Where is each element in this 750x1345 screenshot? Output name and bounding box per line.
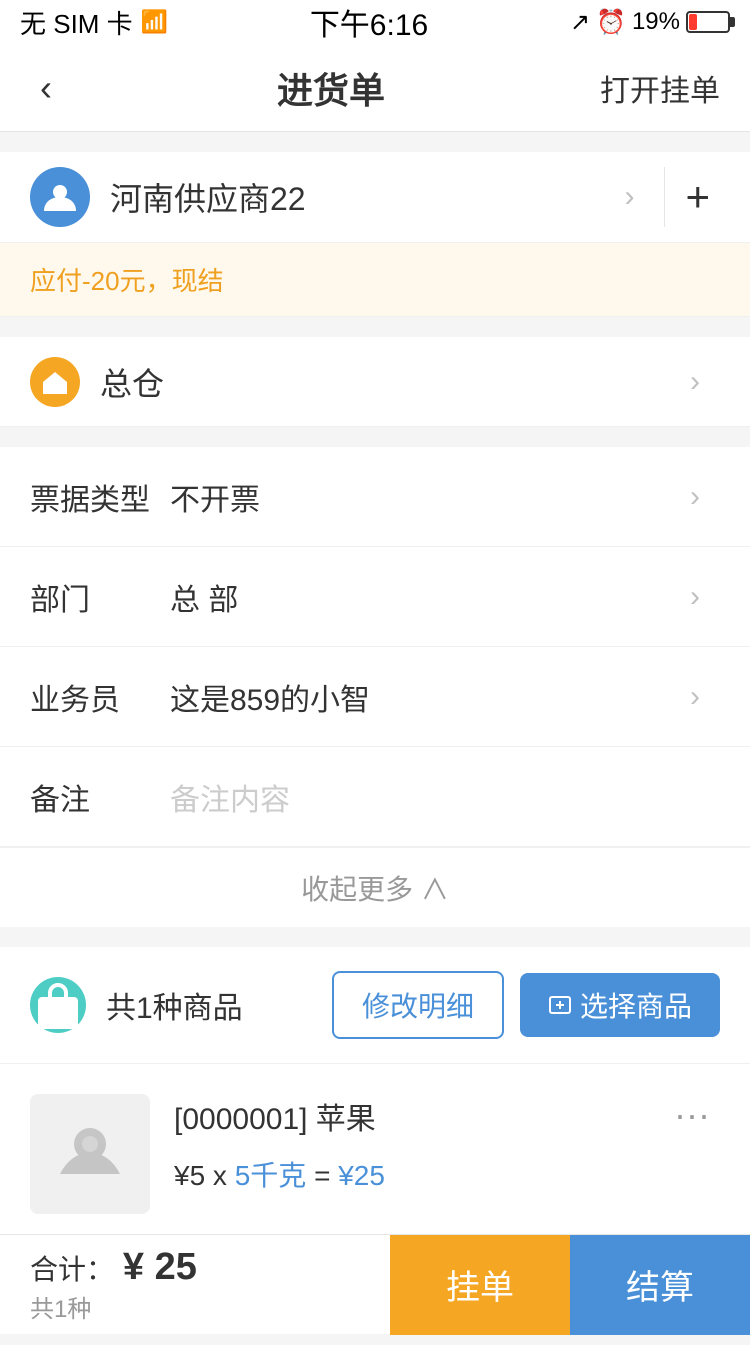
remark-placeholder: 备注内容	[170, 775, 720, 819]
notice-bar: 应付-20元，现结	[0, 243, 750, 317]
form-section: 票据类型 不开票 › 部门 总 部 › 业务员 这是859的小智 › 备注 备注…	[0, 447, 750, 927]
select-product-button[interactable]: 选择商品	[520, 973, 720, 1037]
section-gap-3	[0, 427, 750, 447]
bag-icon	[30, 977, 86, 1033]
product-unit-price: ¥5 x	[174, 1160, 235, 1191]
product-thumbnail	[30, 1094, 150, 1214]
product-qty: 5千克	[235, 1160, 307, 1191]
product-info: [0000001] 苹果 ¥5 x 5千克 = ¥25	[174, 1094, 664, 1194]
hang-order-button[interactable]: 挂单	[390, 1235, 570, 1335]
warehouse-section: 总仓 ›	[0, 337, 750, 427]
section-gap-1	[0, 132, 750, 152]
status-bar: 无 SIM 卡 📶 下午6:16 ↗ ⏰ 19%	[0, 0, 750, 44]
vertical-divider	[664, 167, 665, 227]
products-header: 共1种商品 修改明细 选择商品	[0, 947, 750, 1064]
product-name: [0000001] 苹果	[174, 1094, 664, 1138]
products-icon-circle	[30, 977, 86, 1033]
total-sub-label: 共1种	[30, 1289, 360, 1324]
supplier-avatar	[30, 167, 90, 227]
warehouse-name: 总仓	[100, 359, 690, 405]
location-icon: ↗	[570, 8, 590, 37]
back-button[interactable]: ‹	[30, 57, 62, 119]
person-icon	[42, 179, 78, 215]
add-supplier-button[interactable]: +	[675, 163, 720, 231]
remark-label: 备注	[30, 775, 170, 819]
staff-row[interactable]: 业务员 这是859的小智 ›	[0, 647, 750, 747]
product-code: [0000001]	[174, 1103, 316, 1136]
warehouse-icon-circle	[30, 357, 80, 407]
supplier-name: 河南供应商22	[110, 174, 624, 220]
dept-label: 部门	[30, 575, 170, 619]
product-card: [0000001] 苹果 ¥5 x 5千克 = ¥25 ···	[0, 1064, 750, 1245]
warehouse-chevron-icon: ›	[690, 365, 700, 399]
status-time: 下午6:16	[310, 0, 428, 44]
alarm-icon: ⏰	[596, 8, 626, 37]
section-gap-2	[0, 317, 750, 337]
total-amount: ¥ 25	[123, 1246, 197, 1288]
edit-detail-button[interactable]: 修改明细	[332, 971, 504, 1039]
product-total: ¥25	[338, 1160, 385, 1191]
status-left: 无 SIM 卡 📶	[20, 4, 168, 41]
nav-bar: ‹ 进货单 打开挂单	[0, 44, 750, 132]
dept-value: 总 部	[170, 575, 690, 619]
open-pending-button[interactable]: 打开挂单	[600, 66, 720, 110]
bottom-bar: 合计： ¥ 25 共1种 挂单 结算	[0, 1234, 750, 1334]
supplier-chevron-icon: ›	[624, 180, 634, 214]
supplier-section: 河南供应商22 › +	[0, 152, 750, 243]
product-price: ¥5 x 5千克 = ¥25	[174, 1154, 664, 1194]
staff-value: 这是859的小智	[170, 675, 690, 719]
invoice-chevron-icon: ›	[690, 480, 700, 514]
product-more-button[interactable]: ···	[664, 1094, 720, 1136]
status-right: ↗ ⏰ 19%	[570, 8, 730, 37]
invoice-label: 票据类型	[30, 475, 170, 519]
staff-label: 业务员	[30, 675, 170, 719]
warehouse-row[interactable]: 总仓 ›	[0, 337, 750, 427]
checkout-button[interactable]: 结算	[570, 1235, 750, 1335]
staff-chevron-icon: ›	[690, 680, 700, 714]
product-title: 苹果	[316, 1103, 376, 1136]
remark-row[interactable]: 备注 备注内容	[0, 747, 750, 847]
product-thumb-logo	[50, 1114, 130, 1194]
total-label: 合计：	[30, 1254, 114, 1285]
battery-icon	[686, 11, 730, 33]
product-equals: =	[314, 1160, 338, 1191]
select-product-label: 选择商品	[580, 985, 692, 1025]
supplier-row[interactable]: 河南供应商22 ›	[30, 152, 654, 242]
warehouse-icon	[41, 368, 69, 396]
dept-row[interactable]: 部门 总 部 ›	[0, 547, 750, 647]
select-product-icon	[548, 993, 572, 1017]
wifi-icon: 📶	[141, 9, 168, 35]
carrier-label: 无 SIM 卡	[20, 4, 133, 41]
dept-chevron-icon: ›	[690, 580, 700, 614]
total-area: 合计： ¥ 25 共1种	[0, 1246, 390, 1324]
invoice-row[interactable]: 票据类型 不开票 ›	[0, 447, 750, 547]
invoice-value: 不开票	[170, 475, 690, 519]
products-section: 共1种商品 修改明细 选择商品 [0000001] 苹果	[0, 947, 750, 1245]
collapse-button[interactable]: 收起更多 ∧	[0, 847, 750, 927]
products-count-label: 共1种商品	[106, 983, 332, 1027]
page-title: 进货单	[277, 62, 385, 114]
battery-percent: 19%	[632, 8, 680, 36]
